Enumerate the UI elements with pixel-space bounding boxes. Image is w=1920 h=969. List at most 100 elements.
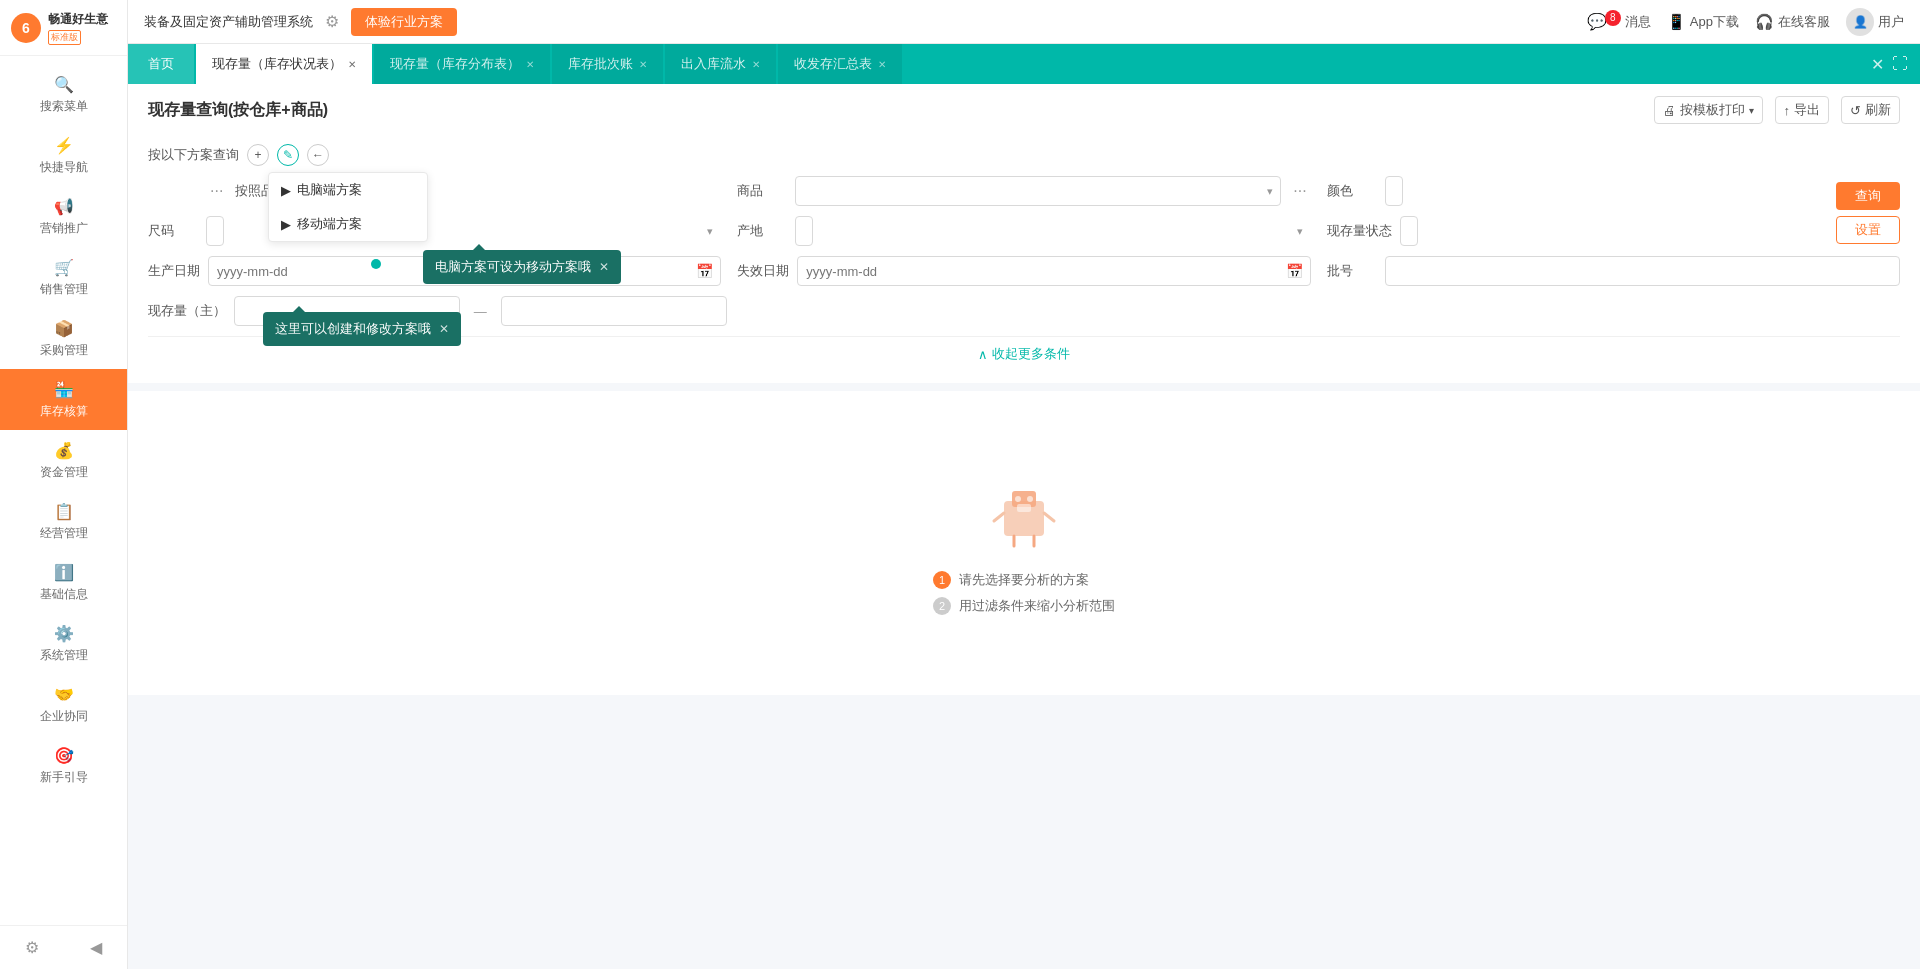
avatar-placeholder: 👤 (1853, 15, 1868, 29)
user-label: 用户 (1878, 13, 1904, 31)
export-label: 导出 (1794, 101, 1820, 119)
sidebar-item-guide[interactable]: 🎯 新手引导 (0, 735, 127, 796)
main-area: 装备及固定资产辅助管理系统 ⚙ 体验行业方案 💬 8 消息 📱 App下载 🎧 … (128, 0, 1920, 969)
sidebar-item-system-label: 系统管理 (40, 647, 88, 664)
message-icon: 💬 (1587, 12, 1607, 31)
sidebar-item-purchase[interactable]: 📦 采购管理 (0, 308, 127, 369)
sidebar-item-management[interactable]: 📋 经营管理 (0, 491, 127, 552)
sidebar-item-shortcut-label: 快捷导航 (40, 159, 88, 176)
back-scheme-button[interactable]: ← (307, 144, 329, 166)
svg-text:6: 6 (22, 20, 30, 36)
tab-inout-flow[interactable]: 出入库流水 ✕ (665, 44, 776, 84)
edit-scheme-button[interactable]: ✎ (277, 144, 299, 166)
sidebar-item-management-label: 经营管理 (40, 525, 88, 542)
tab-inout-flow-label: 出入库流水 (681, 55, 746, 73)
filter-label-text: 按以下方案查询 (148, 146, 239, 164)
topbar-settings-icon[interactable]: ⚙ (325, 12, 339, 31)
size-select[interactable] (206, 216, 224, 246)
sidebar-item-inventory[interactable]: 🏪 库存核算 (0, 369, 127, 430)
sidebar-footer: ⚙ ◀ (0, 925, 127, 969)
sidebar-item-finance[interactable]: 💰 资金管理 (0, 430, 127, 491)
tooltip-create-close[interactable]: ✕ (439, 322, 449, 336)
production-date-cal-icon[interactable]: 📅 (696, 263, 713, 279)
industry-plan-button[interactable]: 体验行业方案 (351, 8, 457, 36)
tab-receive-send[interactable]: 收发存汇总表 ✕ (778, 44, 902, 84)
tab-minimize-icon[interactable]: ✕ (1871, 55, 1884, 74)
tab-batch-account-close[interactable]: ✕ (639, 59, 647, 70)
collapse-sidebar-icon[interactable]: ◀ (90, 938, 102, 957)
inventory-icon: 🏪 (54, 379, 74, 399)
origin-select[interactable] (795, 216, 813, 246)
system-name: 装备及固定资产辅助管理系统 (144, 13, 313, 31)
warehouse-dots[interactable]: ··· (206, 182, 227, 200)
tooltip-create-text: 这里可以创建和修改方案哦 (275, 320, 431, 338)
app-download-button[interactable]: 📱 App下载 (1667, 13, 1739, 31)
scheme-item-pc[interactable]: ▶ 电脑端方案 (269, 173, 427, 207)
batch-input[interactable] (1385, 256, 1900, 286)
tab-inventory-dist[interactable]: 现存量（库存分布表） ✕ (374, 44, 550, 84)
stock-main-dash: — (474, 304, 487, 319)
tab-inventory-status[interactable]: 现存量（库存状况表） ✕ (196, 44, 372, 84)
sidebar-item-marketing[interactable]: 📢 营销推广 (0, 186, 127, 247)
expiry-date-cal-icon[interactable]: 📅 (1286, 263, 1303, 279)
scheme-mobile-label: ▶ (281, 217, 291, 232)
query-button[interactable]: 查询 (1836, 182, 1900, 210)
refresh-button[interactable]: ↺ 刷新 (1841, 96, 1900, 124)
stock-status-field: 现存量状态 (1327, 216, 1900, 246)
reset-button[interactable]: 设置 (1836, 216, 1900, 244)
tab-receive-send-close[interactable]: ✕ (878, 59, 886, 70)
refresh-label: 刷新 (1865, 101, 1891, 119)
tooltip-pc-close[interactable]: ✕ (599, 260, 609, 274)
empty-step-1: 1 请先选择要分析的方案 (933, 571, 1115, 589)
goods-input[interactable] (795, 176, 1281, 206)
goods-dots[interactable]: ··· (1289, 182, 1310, 200)
tab-batch-account[interactable]: 库存批次账 ✕ (552, 44, 663, 84)
online-service-button[interactable]: 🎧 在线客服 (1755, 13, 1830, 31)
highlight-dot (371, 259, 381, 269)
step-1-text: 请先选择要分析的方案 (959, 571, 1089, 589)
scheme-list-dropdown: ▶ 电脑端方案 ▶ 移动端方案 (268, 172, 428, 242)
message-badge: 8 (1605, 10, 1621, 26)
user-avatar-area[interactable]: 👤 用户 (1846, 8, 1904, 36)
scheme-item-mobile[interactable]: ▶ 移动端方案 (269, 207, 427, 241)
expiry-date-field: 失效日期 📅 (737, 256, 1310, 286)
svg-line-7 (994, 513, 1004, 521)
goods-label: 商品 (737, 182, 787, 200)
tab-maximize-icon[interactable]: ⛶ (1892, 55, 1908, 73)
message-button[interactable]: 💬 8 消息 (1587, 12, 1651, 31)
sidebar: 6 畅通好生意 标准版 🔍 搜索菜单 ⚡ 快捷导航 📢 营销推广 🛒 销售管理 … (0, 0, 128, 969)
color-label: 颜色 (1327, 182, 1377, 200)
settings-footer-icon[interactable]: ⚙ (25, 938, 39, 957)
warehouse-field: ··· 按照品 (148, 182, 721, 200)
content-area: 现存量查询(按仓库+商品) 🖨 按模板打印 ▾ ↑ 导出 ↺ 刷新 (128, 84, 1920, 969)
sidebar-item-system[interactable]: ⚙️ 系统管理 (0, 613, 127, 674)
online-service-label: 在线客服 (1778, 13, 1830, 31)
export-button[interactable]: ↑ 导出 (1775, 96, 1830, 124)
sidebar-item-search[interactable]: 🔍 搜索菜单 (0, 64, 127, 125)
sidebar-item-purchase-label: 采购管理 (40, 342, 88, 359)
management-icon: 📋 (54, 501, 74, 521)
sidebar-item-enterprise[interactable]: 🤝 企业协同 (0, 674, 127, 735)
goods-field: 商品 ··· (737, 176, 1310, 206)
sidebar-item-shortcut[interactable]: ⚡ 快捷导航 (0, 125, 127, 186)
tab-actions: ✕ ⛶ (1859, 55, 1920, 74)
expiry-date-input[interactable] (797, 256, 1310, 286)
tab-inventory-dist-close[interactable]: ✕ (526, 59, 534, 70)
stock-main-max-input[interactable] (501, 296, 727, 326)
add-scheme-button[interactable]: + (247, 144, 269, 166)
stock-status-select[interactable] (1400, 216, 1418, 246)
tooltip-pc-text: 电脑方案可设为移动方案哦 (435, 258, 591, 276)
sidebar-item-sales[interactable]: 🛒 销售管理 (0, 247, 127, 308)
empty-state: 1 请先选择要分析的方案 2 用过滤条件来缩小分析范围 (128, 391, 1920, 695)
step-num-2: 2 (933, 597, 951, 615)
tab-inventory-status-close[interactable]: ✕ (348, 59, 356, 70)
tabbar: 首页 现存量（库存状况表） ✕ 现存量（库存分布表） ✕ 库存批次账 ✕ 出入库… (128, 44, 1920, 84)
sales-icon: 🛒 (54, 257, 74, 277)
tab-home[interactable]: 首页 (128, 44, 194, 84)
color-select[interactable] (1385, 176, 1403, 206)
template-print-button[interactable]: 🖨 按模板打印 ▾ (1654, 96, 1763, 124)
tab-inout-flow-close[interactable]: ✕ (752, 59, 760, 70)
sidebar-item-basicinfo[interactable]: ℹ️ 基础信息 (0, 552, 127, 613)
chevron-up-icon: ∧ (978, 347, 988, 362)
sidebar-item-basicinfo-label: 基础信息 (40, 586, 88, 603)
